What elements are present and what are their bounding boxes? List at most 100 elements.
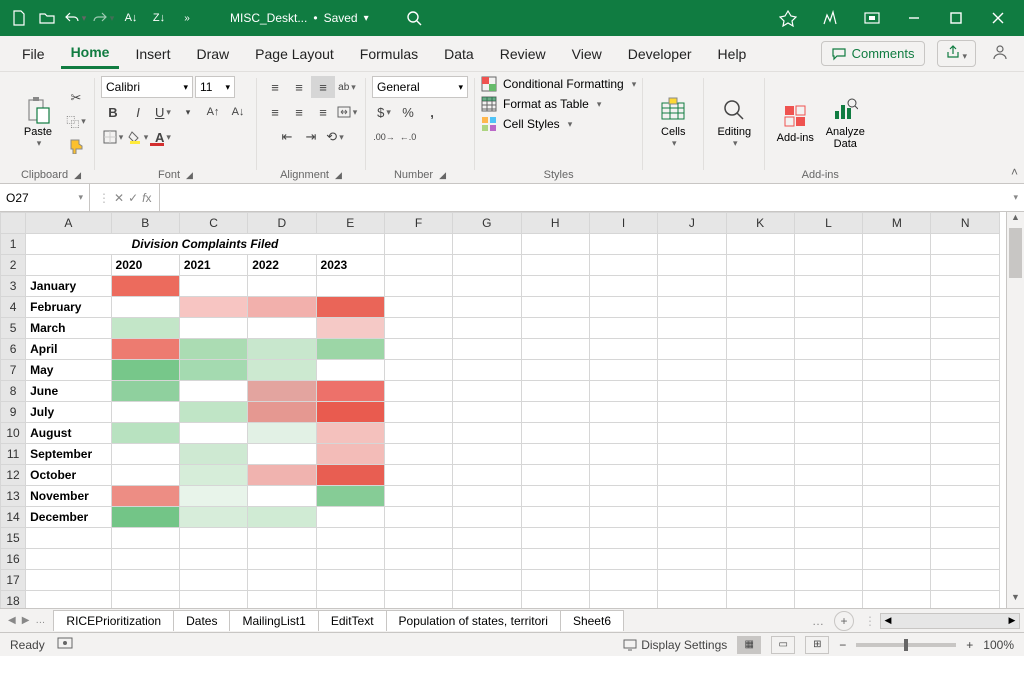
cell[interactable] <box>863 570 931 591</box>
cell[interactable] <box>384 339 452 360</box>
cell[interactable] <box>589 360 657 381</box>
cell[interactable] <box>26 570 111 591</box>
cell[interactable] <box>863 276 931 297</box>
data-cell[interactable] <box>248 486 316 507</box>
cell[interactable] <box>726 276 794 297</box>
cell[interactable] <box>726 507 794 528</box>
col-header-F[interactable]: F <box>384 213 452 234</box>
cell[interactable] <box>726 570 794 591</box>
cell[interactable] <box>521 444 589 465</box>
cell[interactable] <box>589 276 657 297</box>
month-cell[interactable]: June <box>26 381 111 402</box>
align-middle-icon[interactable]: ≡ <box>287 76 311 98</box>
cell[interactable] <box>521 549 589 570</box>
cell[interactable] <box>316 570 384 591</box>
cut-icon[interactable]: ✂ <box>64 87 88 109</box>
cell[interactable] <box>931 318 1000 339</box>
sheet-tab[interactable]: EditText <box>318 610 387 631</box>
account-icon[interactable] <box>988 43 1012 64</box>
cell[interactable] <box>863 234 931 255</box>
row-header[interactable]: 16 <box>1 549 26 570</box>
cell[interactable] <box>384 360 452 381</box>
cell[interactable] <box>794 444 862 465</box>
cancel-formula-icon[interactable]: ✕ <box>114 191 124 205</box>
row-header[interactable]: 12 <box>1 465 26 486</box>
cell[interactable] <box>931 297 1000 318</box>
year-header[interactable]: 2023 <box>316 255 384 276</box>
cell[interactable] <box>453 339 521 360</box>
cell[interactable] <box>589 591 657 609</box>
col-header-D[interactable]: D <box>248 213 316 234</box>
data-cell[interactable] <box>111 360 179 381</box>
cell[interactable] <box>384 549 452 570</box>
month-cell[interactable]: February <box>26 297 111 318</box>
data-cell[interactable] <box>179 423 247 444</box>
cell[interactable] <box>453 465 521 486</box>
cell[interactable] <box>384 444 452 465</box>
decrease-indent-icon[interactable]: ⇤ <box>275 126 299 148</box>
format-painter-icon[interactable] <box>64 135 88 157</box>
cell[interactable] <box>863 297 931 318</box>
data-cell[interactable] <box>248 465 316 486</box>
row-header[interactable]: 14 <box>1 507 26 528</box>
row-header[interactable]: 13 <box>1 486 26 507</box>
data-cell[interactable] <box>316 465 384 486</box>
search-icon[interactable] <box>401 5 427 31</box>
collapse-ribbon-icon[interactable]: ˄ <box>1011 165 1018 179</box>
normal-view-icon[interactable]: ▦ <box>737 636 761 654</box>
col-header-G[interactable]: G <box>453 213 521 234</box>
tab-draw[interactable]: Draw <box>186 40 239 68</box>
data-cell[interactable] <box>111 507 179 528</box>
copy-icon[interactable]: ⿻ <box>64 111 88 133</box>
data-cell[interactable] <box>248 402 316 423</box>
data-cell[interactable] <box>111 318 179 339</box>
cell[interactable] <box>658 255 726 276</box>
cell[interactable] <box>453 570 521 591</box>
cell[interactable] <box>658 339 726 360</box>
cell[interactable] <box>453 444 521 465</box>
cell[interactable] <box>521 381 589 402</box>
font-color-button[interactable]: A <box>151 126 175 148</box>
cell[interactable] <box>111 570 179 591</box>
cell[interactable] <box>931 528 1000 549</box>
data-cell[interactable] <box>316 423 384 444</box>
cell[interactable] <box>931 360 1000 381</box>
cell[interactable] <box>658 423 726 444</box>
cell[interactable] <box>794 360 862 381</box>
cell[interactable] <box>248 549 316 570</box>
cell[interactable] <box>26 528 111 549</box>
share-button[interactable] <box>937 40 976 67</box>
sheet-tab[interactable]: Sheet6 <box>560 610 624 631</box>
data-cell[interactable] <box>248 423 316 444</box>
cell[interactable] <box>726 549 794 570</box>
cell[interactable] <box>794 423 862 444</box>
cell[interactable] <box>589 381 657 402</box>
cell[interactable] <box>863 423 931 444</box>
cell[interactable] <box>384 297 452 318</box>
ribbon-display-icon[interactable] <box>852 0 892 36</box>
tab-page-layout[interactable]: Page Layout <box>245 40 344 68</box>
cell[interactable] <box>179 549 247 570</box>
cell[interactable] <box>931 591 1000 609</box>
cell[interactable] <box>726 381 794 402</box>
zoom-in-button[interactable]: + <box>966 638 973 652</box>
cell[interactable] <box>384 423 452 444</box>
data-cell[interactable] <box>179 318 247 339</box>
data-cell[interactable] <box>179 339 247 360</box>
sheet-tab[interactable]: RICEPrioritization <box>53 610 174 631</box>
cell[interactable] <box>931 402 1000 423</box>
month-cell[interactable]: January <box>26 276 111 297</box>
cell[interactable] <box>794 402 862 423</box>
tab-help[interactable]: Help <box>708 40 757 68</box>
col-header-A[interactable]: A <box>26 213 111 234</box>
cell[interactable] <box>658 507 726 528</box>
data-cell[interactable] <box>179 507 247 528</box>
cell[interactable] <box>658 360 726 381</box>
cell[interactable] <box>179 570 247 591</box>
cell[interactable] <box>931 339 1000 360</box>
cell[interactable] <box>726 591 794 609</box>
cell[interactable] <box>863 360 931 381</box>
cell[interactable] <box>931 444 1000 465</box>
bold-button[interactable]: B <box>101 101 125 123</box>
orientation-button[interactable]: ⟲ <box>323 126 347 148</box>
